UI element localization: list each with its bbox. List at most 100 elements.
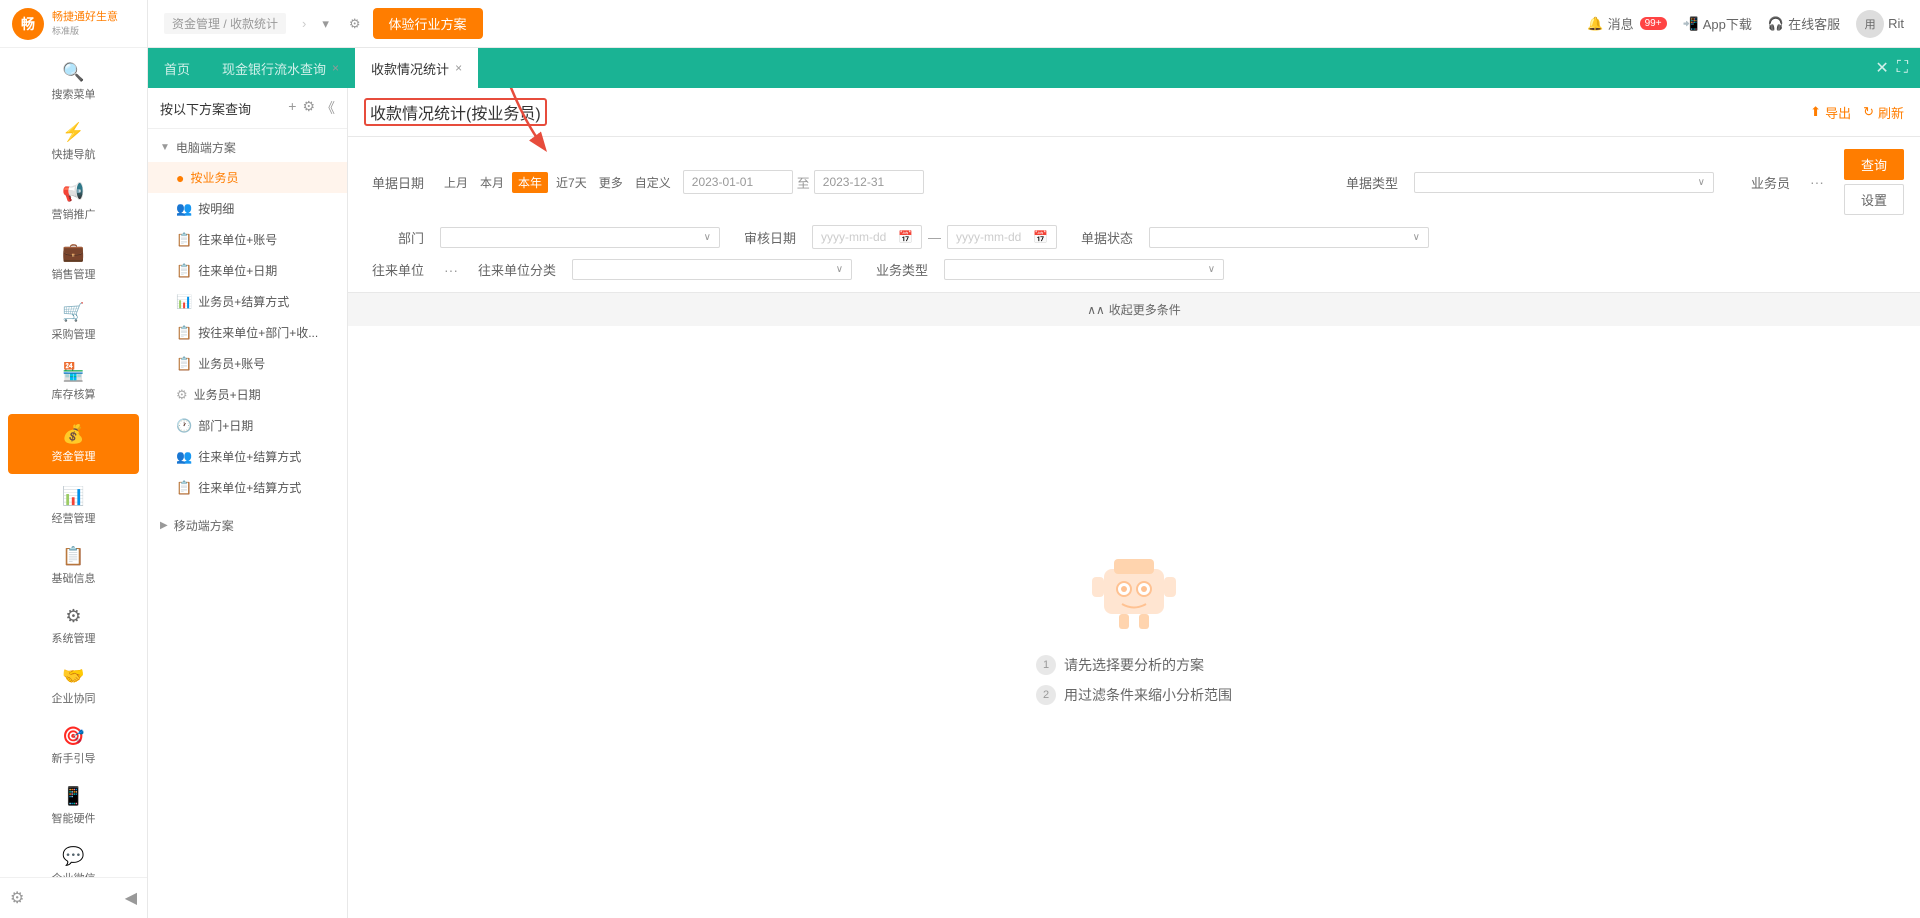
counterpart-more-icon[interactable]: ··· xyxy=(444,262,458,278)
empty-robot-illustration xyxy=(1084,539,1184,639)
left-panel: 按以下方案查询 + ⚙ 《 ▼ 电脑端方案 ● 按业务员 👥 按 xyxy=(148,88,348,918)
sidebar-item-warehouse[interactable]: 🏪 库存核算 xyxy=(0,352,147,412)
doc-type-select[interactable]: ∨ xyxy=(1414,172,1714,193)
scheme-salesperson-settlement[interactable]: 📊 业务员+结算方式 xyxy=(148,286,347,317)
sidebar-item-enterprise[interactable]: 🤝 企业协同 xyxy=(0,656,147,716)
topbar-dropdown-arrow[interactable]: ▾ xyxy=(322,16,329,32)
doc-type-label: 单据类型 xyxy=(1338,173,1398,192)
audit-to-placeholder: yyyy-mm-dd xyxy=(956,230,1021,244)
empty-step-2: 2 用过滤条件来缩小分析范围 xyxy=(1036,685,1232,705)
collapse-button[interactable]: ∧∧ 收起更多条件 xyxy=(1087,301,1181,318)
scheme-by-salesperson[interactable]: ● 按业务员 xyxy=(148,162,347,193)
scheme-counterpart-date[interactable]: 📋 往来单位+日期 xyxy=(148,255,347,286)
avatar: 用 xyxy=(1856,10,1884,38)
mobile-section-header[interactable]: ▶ 移动端方案 xyxy=(148,511,347,540)
date-input-group: 至 xyxy=(683,170,924,194)
scheme-dept-date[interactable]: 🕐 部门+日期 xyxy=(148,410,347,441)
scheme-by-detail[interactable]: 👥 按明细 xyxy=(148,193,347,224)
scheme-counterpart-settlement2[interactable]: 📋 往来单位+结算方式 xyxy=(148,472,347,503)
sidebar-item-label: 资金管理 xyxy=(52,448,96,464)
tab-receipt-stats[interactable]: 收款情况统计 × xyxy=(355,48,478,88)
audit-to-input[interactable]: yyyy-mm-dd 📅 xyxy=(947,225,1057,249)
logo-icon: 畅 xyxy=(12,8,44,40)
dept-select[interactable]: ∨ xyxy=(440,227,720,248)
sidebar-item-quick-nav[interactable]: ⚡ 快捷导航 xyxy=(0,112,147,172)
shortcut-this-year[interactable]: 本年 xyxy=(512,172,548,193)
filter-row-1: 单据日期 上月 本月 本年 近7天 更多 自定义 至 xyxy=(364,149,1904,215)
export-button[interactable]: ⬆ 导出 xyxy=(1810,103,1851,122)
smart-hw-icon: 📱 xyxy=(62,786,84,807)
counterpart-category-label: 往来单位分类 xyxy=(478,260,556,279)
shortcut-more[interactable]: 更多 xyxy=(595,172,627,193)
notification-icon: 🔔 xyxy=(1587,16,1603,32)
scheme-counterpart-dept[interactable]: 📋 按往来单位+部门+收... xyxy=(148,317,347,348)
basic-icon: 📋 xyxy=(62,546,84,567)
page-title: 收款情况统计(按业务员) xyxy=(364,98,547,126)
settings-button[interactable]: 设置 xyxy=(1844,184,1904,215)
tab-maximize-icon[interactable]: ⛶ xyxy=(1897,59,1908,77)
tab-bank-flow[interactable]: 现金银行流水查询 × xyxy=(206,48,355,88)
salesperson-settlement-icon: 📊 xyxy=(176,294,192,310)
sidebar-item-system[interactable]: ⚙ 系统管理 xyxy=(0,596,147,656)
empty-state: 1 请先选择要分析的方案 2 用过滤条件来缩小分析范围 xyxy=(348,326,1920,918)
sidebar-item-basic[interactable]: 📋 基础信息 xyxy=(0,536,147,596)
topbar-settings-icon[interactable]: ⚙ xyxy=(349,16,361,32)
sidebar-item-purchase[interactable]: 🛒 采购管理 xyxy=(0,292,147,352)
counterpart-label: 往来单位 xyxy=(364,260,424,279)
footer-settings-icon[interactable]: ⚙ xyxy=(10,888,24,908)
footer-collapse-icon[interactable]: ◀ xyxy=(125,888,137,908)
sidebar-item-search[interactable]: 🔍 搜索菜单 xyxy=(0,52,147,112)
app-download-btn[interactable]: 📲 App下载 xyxy=(1683,14,1752,33)
scheme-label: 往来单位+结算方式 xyxy=(198,448,301,465)
shortcut-last7[interactable]: 近7天 xyxy=(552,172,591,193)
scheme-counterpart-settlement1[interactable]: 👥 往来单位+结算方式 xyxy=(148,441,347,472)
scheme-salesperson-date[interactable]: ⚙ 业务员+日期 xyxy=(148,379,347,410)
sidebar-item-finance[interactable]: 💰 资金管理 xyxy=(8,414,139,474)
salesperson-more-icon[interactable]: ··· xyxy=(1810,174,1824,190)
tab-receipt-stats-close[interactable]: × xyxy=(455,61,462,75)
desktop-section-header[interactable]: ▼ 电脑端方案 xyxy=(148,133,347,162)
counterpart-category-select[interactable]: ∨ xyxy=(572,259,852,280)
refresh-label: 刷新 xyxy=(1878,103,1904,122)
scheme-salesperson-account[interactable]: 📋 业务员+账号 xyxy=(148,348,347,379)
sidebar-item-smart-hw[interactable]: 📱 智能硬件 xyxy=(0,776,147,836)
query-button[interactable]: 查询 xyxy=(1844,149,1904,180)
right-panel: 收款情况统计(按业务员) xyxy=(348,88,1920,918)
collapse-chevron-icon: ∧∧ xyxy=(1087,303,1105,317)
sidebar-item-operation[interactable]: 📊 经营管理 xyxy=(0,476,147,536)
biz-type-label: 业务类型 xyxy=(868,260,928,279)
scheme-label: 往来单位+日期 xyxy=(198,262,277,279)
scheme-settings-icon[interactable]: ⚙ xyxy=(302,98,315,118)
refresh-button[interactable]: ↻ 刷新 xyxy=(1863,103,1904,122)
audit-separator: — xyxy=(928,230,941,245)
notification-btn[interactable]: 🔔 消息 99+ xyxy=(1587,14,1666,33)
shortcut-this-month[interactable]: 本月 xyxy=(476,172,508,193)
biz-type-select[interactable]: ∨ xyxy=(944,259,1224,280)
scheme-counterpart-account[interactable]: 📋 往来单位+账号 xyxy=(148,224,347,255)
sidebar-item-wechat[interactable]: 💬 企业微信 xyxy=(0,836,147,877)
mobile-section-label: 移动端方案 xyxy=(174,517,234,534)
user-avatar[interactable]: 用 Rit xyxy=(1856,10,1904,38)
doc-status-select[interactable]: ∨ xyxy=(1149,227,1429,248)
collapse-panel-icon[interactable]: 《 xyxy=(321,98,335,118)
tab-home[interactable]: 首页 xyxy=(148,48,206,88)
add-scheme-icon[interactable]: + xyxy=(288,98,296,118)
page-title-bar: 收款情况统计(按业务员) xyxy=(348,88,1920,137)
shortcut-custom[interactable]: 自定义 xyxy=(631,172,675,193)
scheme-label: 按明细 xyxy=(198,200,234,217)
date-to-input[interactable] xyxy=(814,170,924,194)
scheme-label: 业务员+日期 xyxy=(194,386,261,403)
tab-close-all-icon[interactable]: ✕ xyxy=(1875,58,1888,78)
detail-scheme-icon: 👥 xyxy=(176,201,192,217)
counterpart-category-arrow: ∨ xyxy=(836,264,843,275)
shortcut-last-month[interactable]: 上月 xyxy=(440,172,472,193)
sidebar-item-sales[interactable]: 💼 销售管理 xyxy=(0,232,147,292)
sidebar-item-marketing[interactable]: 📢 营销推广 xyxy=(0,172,147,232)
sidebar-item-guide[interactable]: 🎯 新手引导 xyxy=(0,716,147,776)
filter-actions: 查询 设置 xyxy=(1844,149,1904,215)
audit-from-input[interactable]: yyyy-mm-dd 📅 xyxy=(812,225,922,249)
trial-button[interactable]: 体验行业方案 xyxy=(373,8,483,39)
customer-service-btn[interactable]: 🎧 在线客服 xyxy=(1768,14,1840,33)
tab-bank-flow-close[interactable]: × xyxy=(332,61,339,75)
date-from-input[interactable] xyxy=(683,170,793,194)
